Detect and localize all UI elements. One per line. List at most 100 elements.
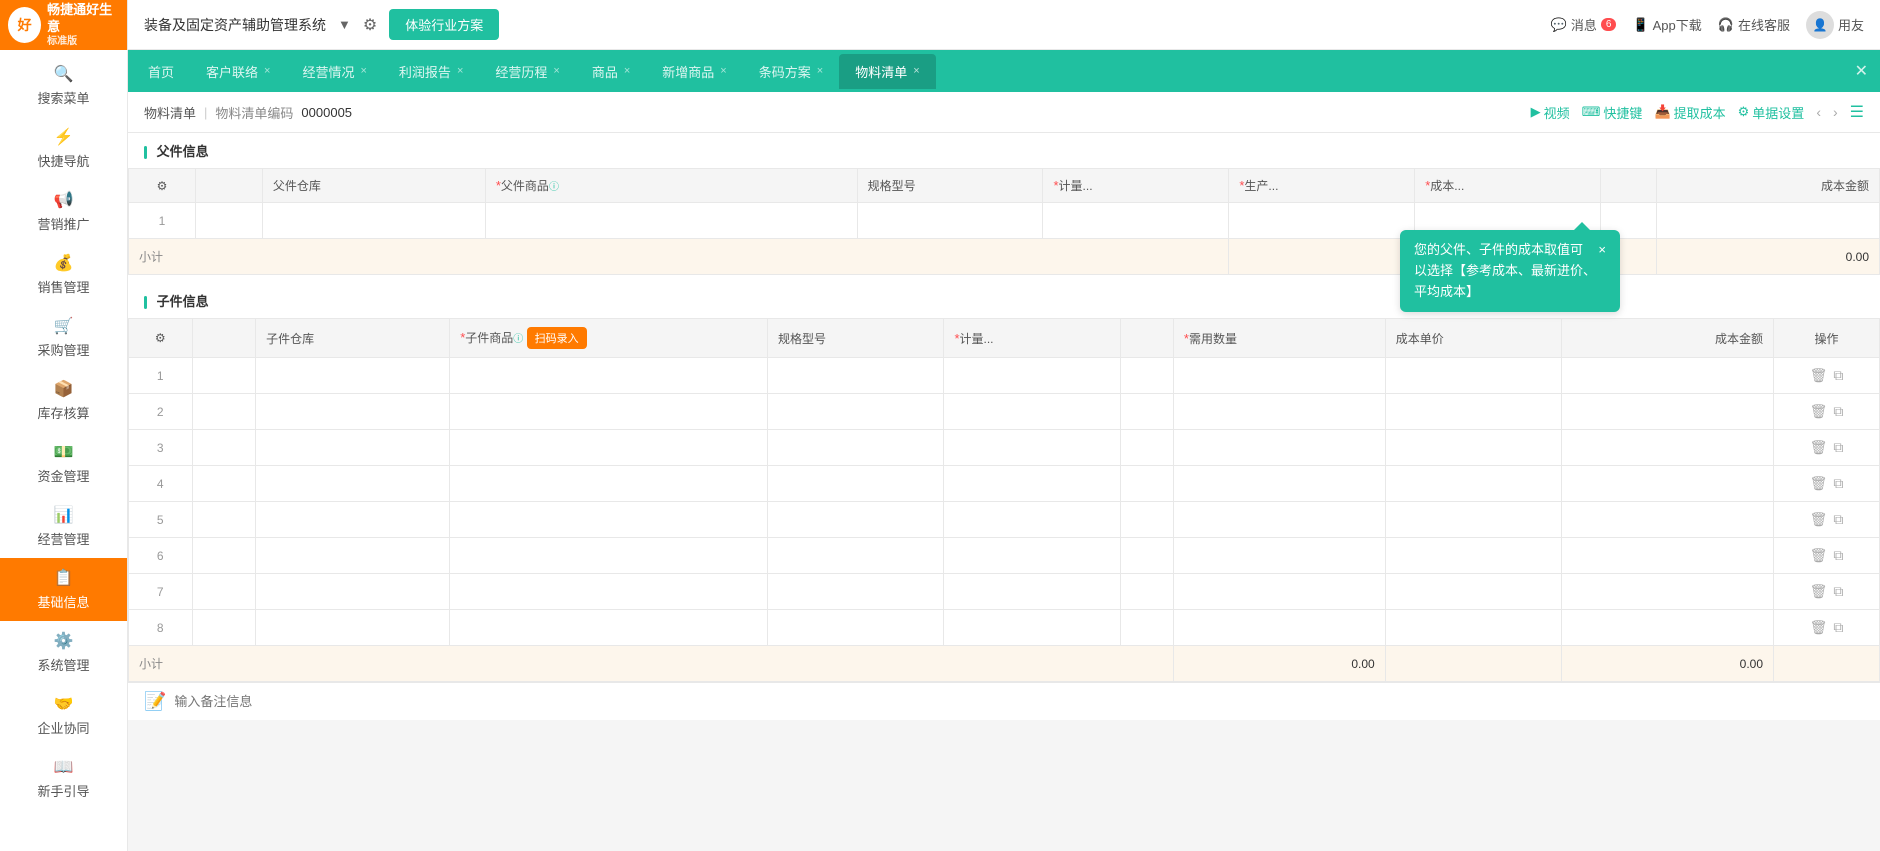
- child-row3-spec[interactable]: [767, 430, 944, 466]
- sidebar-item-sales[interactable]: 💰 销售管理: [0, 243, 127, 306]
- child-row6-warehouse[interactable]: [256, 538, 450, 574]
- sidebar-item-inventory[interactable]: 📦 库存核算: [0, 369, 127, 432]
- child-row4-warehouse[interactable]: [256, 466, 450, 502]
- sidebar-item-purchase[interactable]: 🛒 采购管理: [0, 306, 127, 369]
- child-row2-warehouse[interactable]: [256, 394, 450, 430]
- tab-operations[interactable]: 经营情况 ×: [286, 54, 382, 89]
- child-row5-spec[interactable]: [767, 502, 944, 538]
- tab-barcode[interactable]: 条码方案 ×: [743, 54, 839, 89]
- tab-bom[interactable]: 物料清单 ×: [839, 54, 935, 89]
- sidebar-item-operations[interactable]: 📊 经营管理: [0, 495, 127, 558]
- child-row6-qty[interactable]: [1173, 538, 1385, 574]
- child-row5-delete-button[interactable]: 🗑: [1810, 511, 1828, 528]
- child-row6-copy-button[interactable]: ⧉: [1833, 547, 1843, 564]
- view-video-button[interactable]: ▶ 视频: [1531, 103, 1570, 122]
- child-row8-spec[interactable]: [767, 610, 944, 646]
- tab-history[interactable]: 经营历程 ×: [479, 54, 575, 89]
- tab-close-operations[interactable]: ×: [360, 65, 366, 77]
- note-input[interactable]: [174, 694, 1864, 709]
- child-row8-warehouse[interactable]: [256, 610, 450, 646]
- child-row5-qty[interactable]: [1173, 502, 1385, 538]
- child-row3-delete-button[interactable]: 🗑: [1810, 439, 1828, 456]
- child-row5-copy-button[interactable]: ⧉: [1833, 511, 1843, 528]
- child-row4-unitcost[interactable]: [1385, 466, 1562, 502]
- child-row6-spec[interactable]: [767, 538, 944, 574]
- child-row1-spec[interactable]: [767, 358, 944, 394]
- child-row2-copy-button[interactable]: ⧉: [1833, 403, 1843, 420]
- sidebar-item-search[interactable]: 🔍 搜索菜单: [0, 54, 127, 117]
- parent-cell-unit[interactable]: [1043, 203, 1229, 239]
- tab-close-profit[interactable]: ×: [457, 65, 463, 77]
- tab-close-new-goods[interactable]: ×: [720, 65, 726, 77]
- child-row8-unit[interactable]: [944, 610, 1121, 646]
- child-row8-unitcost[interactable]: [1385, 610, 1562, 646]
- tab-close-bom[interactable]: ×: [913, 65, 919, 77]
- child-row6-unit[interactable]: [944, 538, 1121, 574]
- child-row5-unit[interactable]: [944, 502, 1121, 538]
- tab-profit[interactable]: 利润报告 ×: [383, 54, 479, 89]
- extract-cost-button[interactable]: 📥 提取成本: [1654, 103, 1725, 122]
- trial-button[interactable]: 体验行业方案: [389, 9, 499, 40]
- child-row3-copy-button[interactable]: ⧉: [1833, 439, 1843, 456]
- tab-close-customer[interactable]: ×: [264, 65, 270, 77]
- parent-col-settings[interactable]: ⚙: [129, 169, 196, 203]
- child-col-settings[interactable]: ⚙: [129, 319, 193, 358]
- user-item[interactable]: 👤 用友: [1806, 11, 1864, 39]
- tab-close-history[interactable]: ×: [553, 65, 559, 77]
- settings-icon[interactable]: ⚙: [363, 15, 377, 35]
- grid-view-button[interactable]: ☰: [1850, 102, 1864, 122]
- child-row3-warehouse[interactable]: [256, 430, 450, 466]
- messages-item[interactable]: 💬 消息 6: [1551, 15, 1617, 34]
- sidebar-item-enterprise[interactable]: 🤝 企业协同: [0, 684, 127, 747]
- child-row2-unit[interactable]: [944, 394, 1121, 430]
- child-row1-qty[interactable]: [1173, 358, 1385, 394]
- child-row7-product[interactable]: [450, 574, 768, 610]
- tab-goods[interactable]: 商品 ×: [576, 54, 646, 89]
- child-row7-spec[interactable]: [767, 574, 944, 610]
- child-row8-copy-button[interactable]: ⧉: [1833, 619, 1843, 636]
- child-row3-unit[interactable]: [944, 430, 1121, 466]
- dropdown-arrow-icon[interactable]: ▼: [338, 17, 351, 32]
- sidebar-item-basic-info[interactable]: 📋 基础信息: [0, 558, 127, 621]
- child-row6-product[interactable]: [450, 538, 768, 574]
- app-download-item[interactable]: 📱 App下载: [1632, 15, 1701, 34]
- child-row6-unitcost[interactable]: [1385, 538, 1562, 574]
- child-row8-product[interactable]: [450, 610, 768, 646]
- shortcut-button[interactable]: ⌨ 快捷键: [1582, 103, 1643, 122]
- parent-cell-produce[interactable]: [1229, 203, 1415, 239]
- sidebar-item-guide[interactable]: 📖 新手引导: [0, 747, 127, 810]
- child-row2-unitcost[interactable]: [1385, 394, 1562, 430]
- child-row4-copy-button[interactable]: ⧉: [1833, 475, 1843, 492]
- parent-cell-product[interactable]: [485, 203, 857, 239]
- child-row5-product[interactable]: [450, 502, 768, 538]
- child-row7-unitcost[interactable]: [1385, 574, 1562, 610]
- child-row2-product[interactable]: [450, 394, 768, 430]
- tab-customer[interactable]: 客户联络 ×: [190, 54, 286, 89]
- child-row7-delete-button[interactable]: 🗑: [1810, 583, 1828, 600]
- scan-input-button[interactable]: 扫码录入: [527, 327, 587, 349]
- child-row8-qty[interactable]: [1173, 610, 1385, 646]
- child-row7-copy-button[interactable]: ⧉: [1833, 583, 1843, 600]
- child-row3-product[interactable]: [450, 430, 768, 466]
- child-row7-qty[interactable]: [1173, 574, 1385, 610]
- nav-prev-button[interactable]: ‹: [1816, 104, 1821, 120]
- sidebar-item-system[interactable]: ⚙️ 系统管理: [0, 621, 127, 684]
- child-row1-warehouse[interactable]: [256, 358, 450, 394]
- child-row3-qty[interactable]: [1173, 430, 1385, 466]
- sidebar-item-quick-nav[interactable]: ⚡ 快捷导航: [0, 117, 127, 180]
- nav-next-button[interactable]: ›: [1833, 104, 1838, 120]
- tooltip-close-button[interactable]: ×: [1598, 240, 1606, 261]
- child-row1-product[interactable]: [450, 358, 768, 394]
- child-row4-delete-button[interactable]: 🗑: [1810, 475, 1828, 492]
- child-row4-product[interactable]: [450, 466, 768, 502]
- child-row1-delete-button[interactable]: 🗑: [1810, 367, 1828, 384]
- child-row4-unit[interactable]: [944, 466, 1121, 502]
- child-row7-unit[interactable]: [944, 574, 1121, 610]
- sidebar-item-finance[interactable]: 💵 资金管理: [0, 432, 127, 495]
- tab-home[interactable]: 首页: [132, 54, 190, 89]
- tab-new-goods[interactable]: 新增商品 ×: [646, 54, 742, 89]
- online-service-item[interactable]: 🎧 在线客服: [1718, 15, 1790, 34]
- sidebar-item-marketing[interactable]: 📢 营销推广: [0, 180, 127, 243]
- parent-cell-warehouse[interactable]: [262, 203, 485, 239]
- tab-close-goods[interactable]: ×: [624, 65, 630, 77]
